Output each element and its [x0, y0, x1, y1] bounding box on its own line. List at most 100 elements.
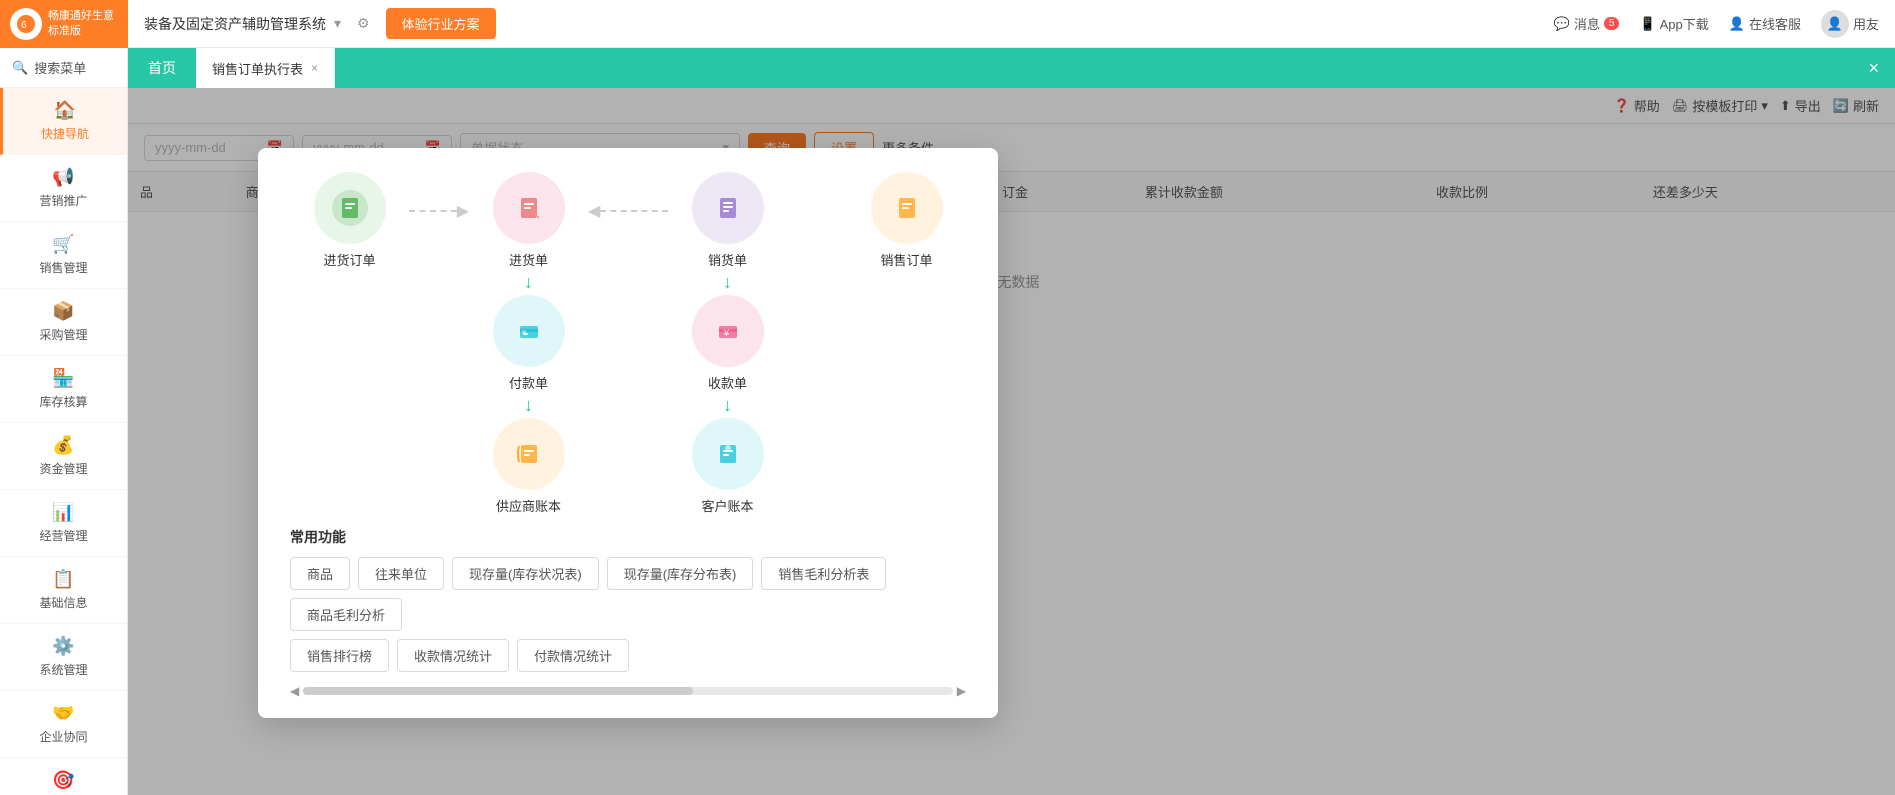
sales-order-icon: [871, 172, 943, 244]
customer-ledger-icon: [692, 418, 764, 490]
svg-text:¥: ¥: [723, 328, 730, 338]
tab-bar: 首页 销售订单执行表 × ×: [128, 48, 1895, 88]
popup-scrollbar: ◀ ▶: [290, 680, 966, 702]
flow-purchase-order[interactable]: 进货订单: [290, 172, 409, 269]
flow-sales-bill[interactable]: 销货单: [668, 172, 787, 269]
service-icon: 👤: [1729, 16, 1745, 32]
enterprise-icon: 🤝: [52, 703, 74, 724]
top-header: 6 畅康通好生意 标准版 装备及固定资产辅助管理系统 ▾ ⚙ 体验行业方案 💬 …: [0, 0, 1895, 48]
supplier-ledger-icon: [493, 418, 565, 490]
operation-icon: 📊: [52, 502, 74, 523]
payment-bill-label: 付款单: [509, 373, 548, 392]
logo-text: 畅康通好生意 标准版: [48, 9, 114, 38]
system-title-area: 装备及固定资产辅助管理系统 ▾ ⚙: [144, 14, 370, 34]
common-btn-product[interactable]: 商品: [290, 557, 350, 590]
main-layout: 🔍 搜索菜单 🏠 快捷导航 📢 营销推广 🛒 销售管理 📦 采购管理 🏪 库存核…: [0, 48, 1895, 795]
try-solution-button[interactable]: 体验行业方案: [386, 8, 496, 39]
sidebar-item-purchase[interactable]: 📦 采购管理: [0, 289, 127, 356]
flow-sales-order[interactable]: 销售订单: [847, 172, 966, 269]
sidebar-item-inventory[interactable]: 🏪 库存核算: [0, 356, 127, 423]
flow-purchase-bill[interactable]: 进货单: [469, 172, 588, 269]
header-right: 💬 消息 5 📱 App下载 👤 在线客服 👤 用友: [1554, 10, 1879, 38]
flow-supplier-ledger[interactable]: 供应商账本: [469, 418, 588, 515]
finance-icon: 💰: [52, 435, 74, 456]
popup-overlay[interactable]: 进货订单 ▶: [128, 88, 1895, 795]
arrow-h-1: ▶: [409, 201, 469, 241]
home-icon: 🏠: [54, 100, 76, 121]
purchase-bill-label: 进货单: [509, 250, 548, 269]
purchase-order-icon: [314, 172, 386, 244]
scroll-right-arrow[interactable]: ▶: [957, 684, 966, 698]
svg-text:6: 6: [21, 20, 27, 31]
settings-icon[interactable]: ⚙: [357, 15, 370, 32]
supplier-ledger-label: 供应商账本: [496, 496, 561, 515]
system-icon: ⚙️: [52, 636, 74, 657]
system-dropdown-icon[interactable]: ▾: [334, 15, 341, 32]
message-badge: 5: [1604, 17, 1620, 30]
receipt-bill-icon: ¥: [692, 295, 764, 367]
sidebar-item-operation[interactable]: 📊 经营管理: [0, 490, 127, 557]
purchase-order-label: 进货订单: [323, 250, 375, 269]
common-btn-payment-stat[interactable]: 付款情况统计: [517, 639, 629, 672]
sidebar-item-sales[interactable]: 🛒 销售管理: [0, 222, 127, 289]
logo-icon: 6: [10, 8, 42, 40]
sidebar: 🔍 搜索菜单 🏠 快捷导航 📢 营销推广 🛒 销售管理 📦 采购管理 🏪 库存核…: [0, 48, 128, 795]
popup-modal: 进货订单 ▶: [258, 148, 998, 718]
scroll-left-arrow[interactable]: ◀: [290, 684, 299, 698]
app-download-btn[interactable]: 📱 App下载: [1639, 14, 1708, 33]
flow-customer-ledger[interactable]: 客户账本: [668, 418, 787, 515]
receipt-bill-label: 收款单: [708, 373, 747, 392]
online-service-btn[interactable]: 👤 在线客服: [1729, 14, 1801, 33]
down-arrow-receipt: ↓: [668, 392, 787, 418]
scroll-track[interactable]: [303, 687, 953, 695]
basic-icon: 📋: [52, 569, 74, 590]
content-area: 首页 销售订单执行表 × × ❓ 帮助 🖨 按模板打印 ▾ ⬆ 导出: [128, 48, 1895, 795]
phone-icon: 📱: [1639, 16, 1655, 32]
sidebar-item-finance[interactable]: 💰 资金管理: [0, 423, 127, 490]
sales-bill-icon: [692, 172, 764, 244]
logo-area: 6 畅康通好生意 标准版: [0, 0, 128, 48]
common-section-title: 常用功能: [290, 527, 966, 547]
down-arrow-purchase: ↓: [469, 269, 588, 295]
common-btn-sales-gross[interactable]: 销售毛利分析表: [761, 557, 886, 590]
marketing-icon: 📢: [52, 167, 74, 188]
sidebar-item-basic[interactable]: 📋 基础信息: [0, 557, 127, 624]
tab-home[interactable]: 首页: [128, 48, 196, 88]
sidebar-item-marketing[interactable]: 📢 营销推广: [0, 155, 127, 222]
scroll-thumb: [303, 687, 693, 695]
sidebar-item-enterprise[interactable]: 🤝 企业协同: [0, 691, 127, 758]
purchase-bill-icon: [493, 172, 565, 244]
common-btns-row1: 商品 往来单位 现存量(库存状况表) 现存量(库存分布表) 销售毛利分析表 商品…: [290, 557, 966, 631]
spacer-1: [787, 211, 847, 231]
search-icon: 🔍: [12, 60, 28, 76]
purchase-icon: 📦: [52, 301, 74, 322]
tab-close-button[interactable]: ×: [311, 61, 318, 75]
tab-close-all-button[interactable]: ×: [1852, 58, 1895, 79]
message-icon: 💬: [1554, 16, 1570, 32]
svg-text:¥: ¥: [522, 330, 526, 337]
common-btn-product-gross[interactable]: 商品毛利分析: [290, 598, 402, 631]
common-btn-partner[interactable]: 往来单位: [358, 557, 444, 590]
common-section: 常用功能 商品 往来单位 现存量(库存状况表) 现存量(库存分布表) 销售毛利分…: [290, 527, 966, 672]
message-btn[interactable]: 💬 消息 5: [1554, 14, 1620, 33]
down-arrow-sales: ↓: [668, 269, 787, 295]
sidebar-item-newbie[interactable]: 🎯 新手引导: [0, 758, 127, 795]
sales-bill-label: 销货单: [708, 250, 747, 269]
flow-payment-bill[interactable]: ¥ 付款单: [469, 295, 588, 392]
common-btn-stock-status[interactable]: 现存量(库存状况表): [452, 557, 599, 590]
sidebar-item-system[interactable]: ⚙️ 系统管理: [0, 624, 127, 691]
common-btn-receipt-stat[interactable]: 收款情况统计: [397, 639, 509, 672]
common-btn-sales-rank[interactable]: 销售排行榜: [290, 639, 389, 672]
sales-order-label: 销售订单: [880, 250, 932, 269]
common-btns-row2: 销售排行榜 收款情况统计 付款情况统计: [290, 639, 966, 672]
sidebar-search[interactable]: 🔍 搜索菜单: [0, 48, 127, 88]
sales-icon: 🛒: [52, 234, 74, 255]
user-area[interactable]: 👤 用友: [1821, 10, 1879, 38]
sidebar-item-quick-nav[interactable]: 🏠 快捷导航: [0, 88, 127, 155]
common-btn-stock-dist[interactable]: 现存量(库存分布表): [607, 557, 754, 590]
tab-sales-order[interactable]: 销售订单执行表 ×: [196, 48, 335, 88]
payment-bill-icon: ¥: [493, 295, 565, 367]
down-arrow-payment: ↓: [469, 392, 588, 418]
flow-receipt-bill[interactable]: ¥ 收款单: [668, 295, 787, 392]
customer-ledger-label: 客户账本: [701, 496, 753, 515]
